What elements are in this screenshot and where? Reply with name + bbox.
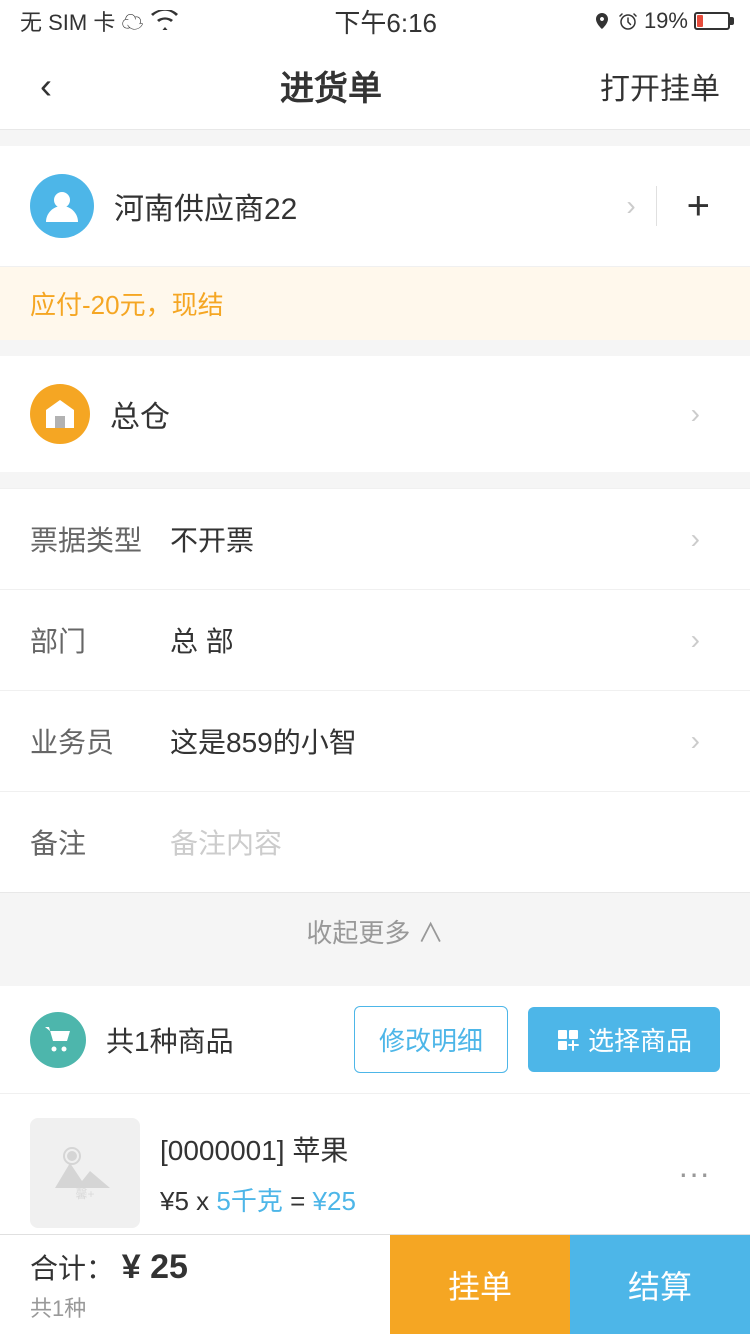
warehouse-row[interactable]: 总仓 ›: [0, 356, 750, 472]
total-count: 共1种: [30, 1291, 360, 1323]
invoice-label: 票据类型: [30, 519, 150, 559]
supplier-name: 河南供应商22: [114, 184, 626, 228]
form-card: 票据类型 不开票 › 部门 总 部 › 业务员 这是859的小智 › 备注 备注…: [0, 488, 750, 892]
products-count: 共1种商品: [106, 1020, 334, 1060]
select-product-icon: [556, 1028, 580, 1052]
salesperson-chevron-icon: ›: [691, 725, 700, 757]
product-name: [0000001] 苹果: [160, 1129, 648, 1169]
section-gap-2: [0, 340, 750, 356]
warehouse-card[interactable]: 总仓 ›: [0, 356, 750, 472]
supplier-chevron-icon: ›: [626, 190, 635, 222]
supplier-card: 河南供应商22 › + 应付-20元，现结: [0, 146, 750, 340]
product-item: 馨+ [0000001] 苹果 ¥5 x 5千克 = ¥25 ···: [0, 1093, 750, 1252]
total-section: 合计： ¥ 25 共1种: [0, 1235, 390, 1334]
back-button[interactable]: ‹: [30, 55, 62, 117]
section-gap-3: [0, 472, 750, 488]
hang-button[interactable]: 挂单: [390, 1235, 570, 1334]
svg-text:馨+: 馨+: [75, 1186, 94, 1201]
remark-label: 备注: [30, 822, 150, 862]
product-more-button[interactable]: ···: [668, 1145, 720, 1202]
warehouse-chevron-icon: ›: [691, 398, 700, 430]
dept-row[interactable]: 部门 总 部 ›: [0, 589, 750, 690]
nav-bar: ‹ 进货单 打开挂单: [0, 42, 750, 130]
add-supplier-button[interactable]: +: [677, 184, 720, 229]
products-icon-circle: [30, 1012, 86, 1068]
supplier-notice: 应付-20元，现结: [0, 267, 750, 340]
supplier-row[interactable]: 河南供应商22 › +: [0, 146, 750, 267]
status-bar: 无 SIM 卡 ☁ 下午6:16 19%: [0, 0, 750, 42]
edit-detail-button[interactable]: 修改明细: [354, 1006, 508, 1073]
dept-value: 总 部: [150, 620, 691, 660]
total-amount: ¥ 25: [122, 1248, 188, 1286]
section-gap-1: [0, 130, 750, 146]
cart-icon: [41, 1023, 75, 1057]
product-thumbnail: 馨+: [30, 1118, 140, 1228]
warehouse-name: 总仓: [110, 392, 691, 436]
product-quantity: 5千克: [216, 1186, 290, 1216]
person-icon: [42, 186, 82, 226]
warehouse-icon-circle: [30, 384, 90, 444]
bottom-bar: 合计： ¥ 25 共1种 挂单 结算: [0, 1234, 750, 1334]
wifi-icon: [151, 10, 179, 32]
warehouse-building-icon: [42, 396, 78, 432]
salesperson-row[interactable]: 业务员 这是859的小智 ›: [0, 690, 750, 791]
status-left: 无 SIM 卡 ☁: [20, 5, 179, 37]
dept-chevron-icon: ›: [691, 624, 700, 656]
invoice-row[interactable]: 票据类型 不开票 ›: [0, 488, 750, 589]
location-icon: [592, 11, 612, 31]
supplier-avatar: [30, 174, 94, 238]
vertical-divider: [656, 186, 657, 226]
product-total: ¥25: [313, 1186, 356, 1216]
product-price: ¥5 x 5千克 = ¥25: [160, 1181, 648, 1218]
select-product-button[interactable]: 选择商品: [528, 1007, 720, 1072]
page-title: 进货单: [280, 61, 382, 110]
open-hang-button[interactable]: 打开挂单: [600, 64, 720, 108]
invoice-chevron-icon: ›: [691, 523, 700, 555]
remark-row[interactable]: 备注 备注内容: [0, 791, 750, 892]
remark-input[interactable]: 备注内容: [150, 822, 720, 862]
checkout-button[interactable]: 结算: [570, 1235, 750, 1334]
select-product-label: 选择商品: [588, 1021, 692, 1058]
battery-icon: [694, 12, 730, 30]
collapse-bar[interactable]: 收起更多 ∧: [0, 892, 750, 970]
product-default-icon: 馨+: [50, 1138, 120, 1208]
sim-status: 无 SIM 卡 ☁: [20, 5, 143, 37]
total-label: 合计：: [30, 1253, 114, 1284]
dept-label: 部门: [30, 620, 150, 660]
salesperson-label: 业务员: [30, 721, 150, 761]
product-info: [0000001] 苹果 ¥5 x 5千克 = ¥25: [160, 1129, 648, 1218]
status-right: 19%: [592, 8, 730, 34]
section-gap-4: [0, 970, 750, 986]
invoice-value: 不开票: [150, 519, 691, 559]
products-header: 共1种商品 修改明细 选择商品: [0, 986, 750, 1093]
alarm-icon: [618, 11, 638, 31]
status-time: 下午6:16: [334, 3, 437, 40]
total-row: 合计： ¥ 25: [30, 1247, 360, 1287]
salesperson-value: 这是859的小智: [150, 721, 691, 761]
battery-percent: 19%: [644, 8, 688, 34]
